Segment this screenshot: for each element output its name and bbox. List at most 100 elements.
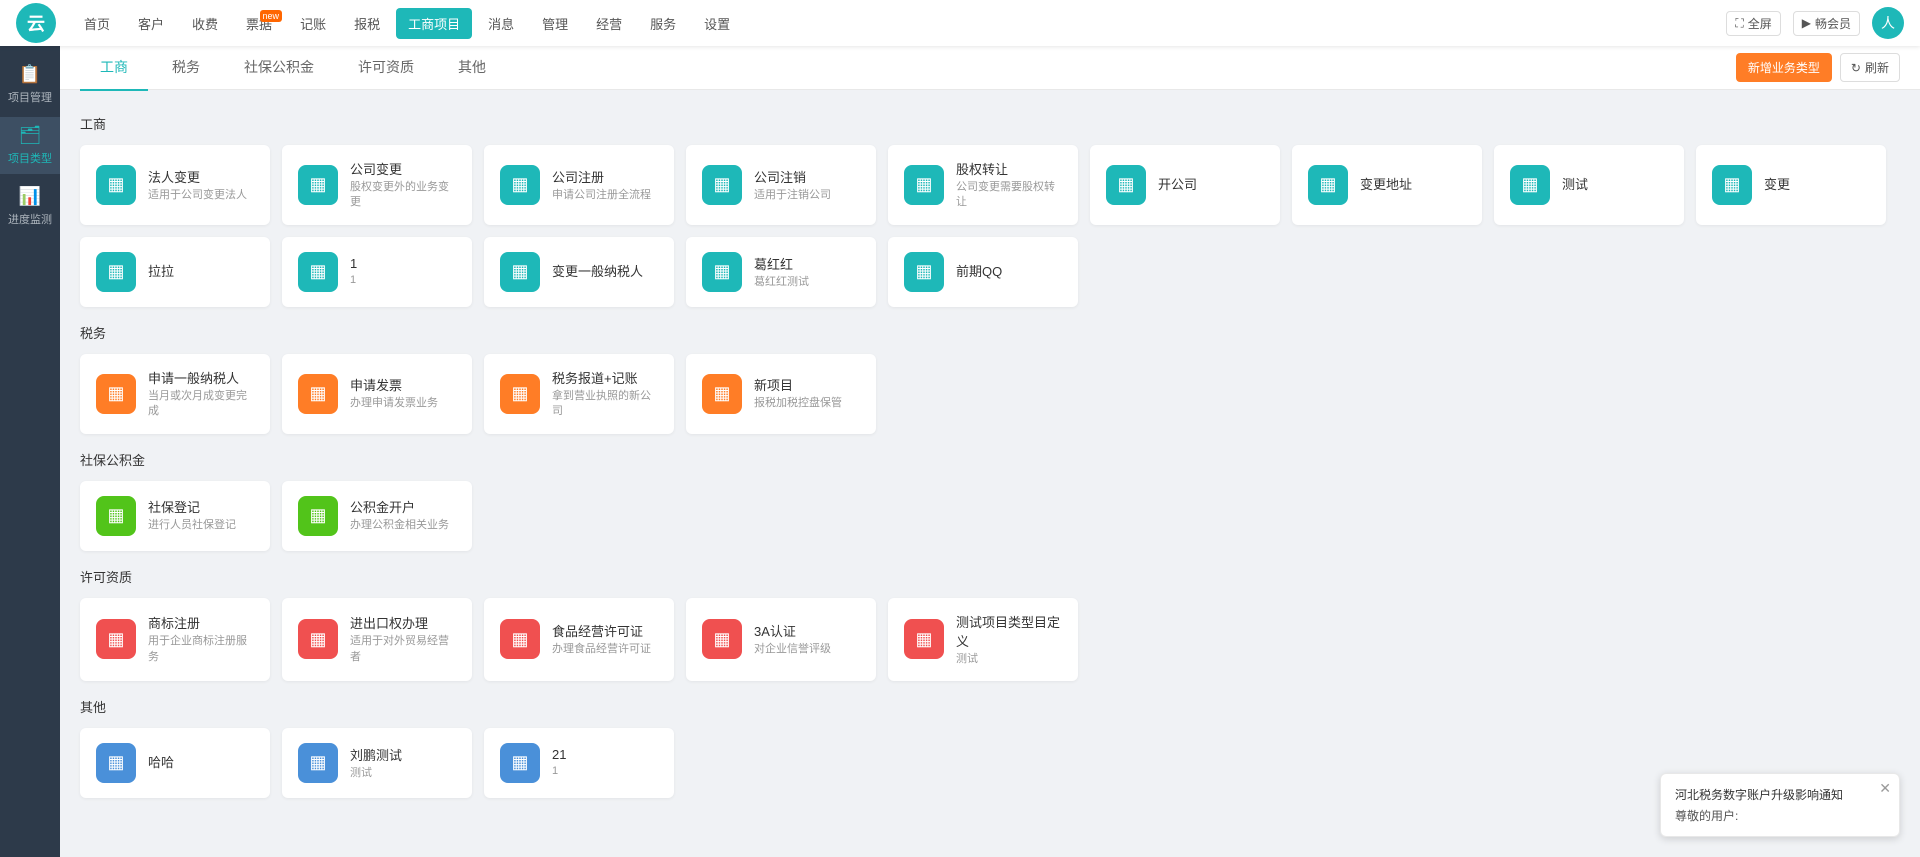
top-nav-right: ⛶ 全屏 ▶ 畅会员 人	[1726, 7, 1904, 39]
sidebar-item-progress-monitor[interactable]: 📊 进度监测	[0, 178, 60, 235]
card-housing-fund[interactable]: ▦ 公积金开户 办理公积金相关业务	[282, 481, 472, 551]
card-item-1[interactable]: ▦ 1 1	[282, 237, 472, 307]
card-icon-symbol-liupeng-test: ▦	[309, 752, 326, 773]
card-icon-new-project: ▦	[702, 374, 742, 414]
card-desc-liupeng-test: 测试	[350, 766, 402, 781]
card-desc-food-license: 办理食品经营许可证	[552, 642, 651, 657]
refresh-icon: ↻	[1851, 61, 1861, 75]
card-icon-symbol-change-taxpayer: ▦	[511, 261, 528, 282]
sidebar-item-project-type[interactable]: 🗂 项目类型	[0, 117, 60, 174]
notification-close[interactable]: ✕	[1879, 780, 1891, 797]
card-3a-cert[interactable]: ▦ 3A认证 对企业信誉评级	[686, 598, 876, 681]
card-lala[interactable]: ▦ 拉拉	[80, 237, 270, 307]
card-new-project[interactable]: ▦ 新项目 报税加税控盘保管	[686, 354, 876, 434]
card-text-item-1: 1 1	[350, 256, 357, 288]
card-text-apply-taxpayer: 申请一般纳税人 当月或次月成变更完成	[148, 368, 254, 420]
nav-item-message[interactable]: 消息	[476, 8, 526, 39]
card-icon-symbol-company-register: ▦	[511, 174, 528, 195]
card-desc-apply-taxpayer: 当月或次月成变更完成	[148, 389, 254, 420]
card-text-trademark: 商标注册 用于企业商标注册服务	[148, 613, 254, 665]
main-content: 工商税务社保公积金许可资质其他 新增业务类型 ↻ 刷新 工商 ▦ 法人变更 适用…	[60, 46, 1920, 830]
nav-item-manage[interactable]: 管理	[530, 8, 580, 39]
nav-item-settings[interactable]: 设置	[692, 8, 742, 39]
section-title-other: 其他	[80, 697, 1900, 716]
card-import-export[interactable]: ▦ 进出口权办理 适用于对外贸易经营者	[282, 598, 472, 681]
card-text-import-export: 进出口权办理 适用于对外贸易经营者	[350, 613, 456, 665]
card-apply-taxpayer[interactable]: ▦ 申请一般纳税人 当月或次月成变更完成	[80, 354, 270, 434]
card-text-test: 测试	[1562, 174, 1588, 195]
card-ge-hong-hong[interactable]: ▦ 葛红红 葛红红测试	[686, 237, 876, 307]
card-icon-symbol-social-register: ▦	[107, 505, 124, 526]
refresh-button[interactable]: ↻ 刷新	[1840, 53, 1900, 82]
card-name-apply-taxpayer: 申请一般纳税人	[148, 368, 254, 387]
tab-gongshang[interactable]: 工商	[80, 45, 148, 91]
card-trademark[interactable]: ▦ 商标注册 用于企业商标注册服务	[80, 598, 270, 681]
nav-items: 首页客户收费票据new记账报税工商项目消息管理经营服务设置	[72, 8, 1726, 39]
new-type-button[interactable]: 新增业务类型	[1736, 53, 1832, 82]
card-apply-invoice[interactable]: ▦ 申请发票 办理申请发票业务	[282, 354, 472, 434]
nav-item-operation[interactable]: 经营	[584, 8, 634, 39]
card-icon-test: ▦	[1510, 165, 1550, 205]
cards-grid-other: ▦ 哈哈 ▦ 刘鹏测试 测试 ▦ 21 1	[80, 728, 1900, 798]
card-desc-housing-fund: 办理公积金相关业务	[350, 518, 449, 533]
card-icon-symbol-qianqi-qq: ▦	[915, 261, 932, 282]
card-icon-symbol-item-21: ▦	[511, 752, 528, 773]
avatar[interactable]: 人	[1872, 7, 1904, 39]
card-item-21[interactable]: ▦ 21 1	[484, 728, 674, 798]
card-company-register[interactable]: ▦ 公司注册 申请公司注册全流程	[484, 145, 674, 225]
card-icon-symbol-company-change: ▦	[309, 174, 326, 195]
card-desc-3a-cert: 对企业信誉评级	[754, 642, 831, 657]
nav-item-fee[interactable]: 收费	[180, 8, 230, 39]
card-test[interactable]: ▦ 测试	[1494, 145, 1684, 225]
card-name-tax-report-account: 税务报道+记账	[552, 368, 658, 387]
card-food-license[interactable]: ▦ 食品经营许可证 办理食品经营许可证	[484, 598, 674, 681]
card-icon-symbol-test: ▦	[1521, 174, 1538, 195]
card-haha[interactable]: ▦ 哈哈	[80, 728, 270, 798]
card-company-cancel[interactable]: ▦ 公司注销 适用于注销公司	[686, 145, 876, 225]
vip-icon: ▶	[1802, 16, 1811, 30]
nav-item-service[interactable]: 服务	[638, 8, 688, 39]
card-name-open-company: 开公司	[1158, 174, 1197, 193]
card-social-register[interactable]: ▦ 社保登记 进行人员社保登记	[80, 481, 270, 551]
section-title-social: 社保公积金	[80, 450, 1900, 469]
nav-item-account[interactable]: 记账	[288, 8, 338, 39]
nav-item-ticket[interactable]: 票据new	[234, 8, 284, 39]
card-name-change-address: 变更地址	[1360, 174, 1412, 193]
nav-item-client[interactable]: 客户	[126, 8, 176, 39]
nav-item-tax[interactable]: 报税	[342, 8, 392, 39]
card-open-company[interactable]: ▦ 开公司	[1090, 145, 1280, 225]
card-tax-report-account[interactable]: ▦ 税务报道+记账 拿到营业执照的新公司	[484, 354, 674, 434]
card-name-test-type: 测试项目类型目定义	[956, 612, 1062, 650]
card-company-change[interactable]: ▦ 公司变更 股权变更外的业务变更	[282, 145, 472, 225]
card-icon-trademark: ▦	[96, 619, 136, 659]
card-name-item-1: 1	[350, 256, 357, 271]
card-icon-open-company: ▦	[1106, 165, 1146, 205]
card-name-company-change: 公司变更	[350, 159, 456, 178]
nav-item-home[interactable]: 首页	[72, 8, 122, 39]
card-test-type[interactable]: ▦ 测试项目类型目定义 测试	[888, 598, 1078, 681]
nav-item-gongshang[interactable]: 工商项目	[396, 8, 472, 39]
card-change-taxpayer[interactable]: ▦ 变更一般纳税人	[484, 237, 674, 307]
card-liupeng-test[interactable]: ▦ 刘鹏测试 测试	[282, 728, 472, 798]
fullscreen-button[interactable]: ⛶ 全屏	[1726, 11, 1780, 36]
tab-tax[interactable]: 税务	[152, 45, 220, 91]
card-name-social-register: 社保登记	[148, 497, 236, 516]
card-icon-symbol-new-project: ▦	[713, 383, 730, 404]
tab-social[interactable]: 社保公积金	[224, 45, 334, 91]
tab-license[interactable]: 许可资质	[338, 45, 434, 91]
card-equity-transfer[interactable]: ▦ 股权转让 公司变更需要股权转让	[888, 145, 1078, 225]
card-icon-symbol-apply-invoice: ▦	[309, 383, 326, 404]
card-icon-symbol-company-cancel: ▦	[713, 174, 730, 195]
card-qianqi-qq[interactable]: ▦ 前期QQ	[888, 237, 1078, 307]
card-change[interactable]: ▦ 变更	[1696, 145, 1886, 225]
vip-button[interactable]: ▶ 畅会员	[1793, 11, 1860, 36]
card-legal-change[interactable]: ▦ 法人变更 适用于公司变更法人	[80, 145, 270, 225]
card-name-equity-transfer: 股权转让	[956, 159, 1062, 178]
card-icon-housing-fund: ▦	[298, 496, 338, 536]
tab-other[interactable]: 其他	[438, 45, 506, 91]
card-change-address[interactable]: ▦ 变更地址	[1292, 145, 1482, 225]
sidebar-item-project-manage[interactable]: 📋 项目管理	[0, 56, 60, 113]
card-icon-import-export: ▦	[298, 619, 338, 659]
card-icon-symbol-tax-report-account: ▦	[511, 383, 528, 404]
card-name-ge-hong-hong: 葛红红	[754, 254, 809, 273]
